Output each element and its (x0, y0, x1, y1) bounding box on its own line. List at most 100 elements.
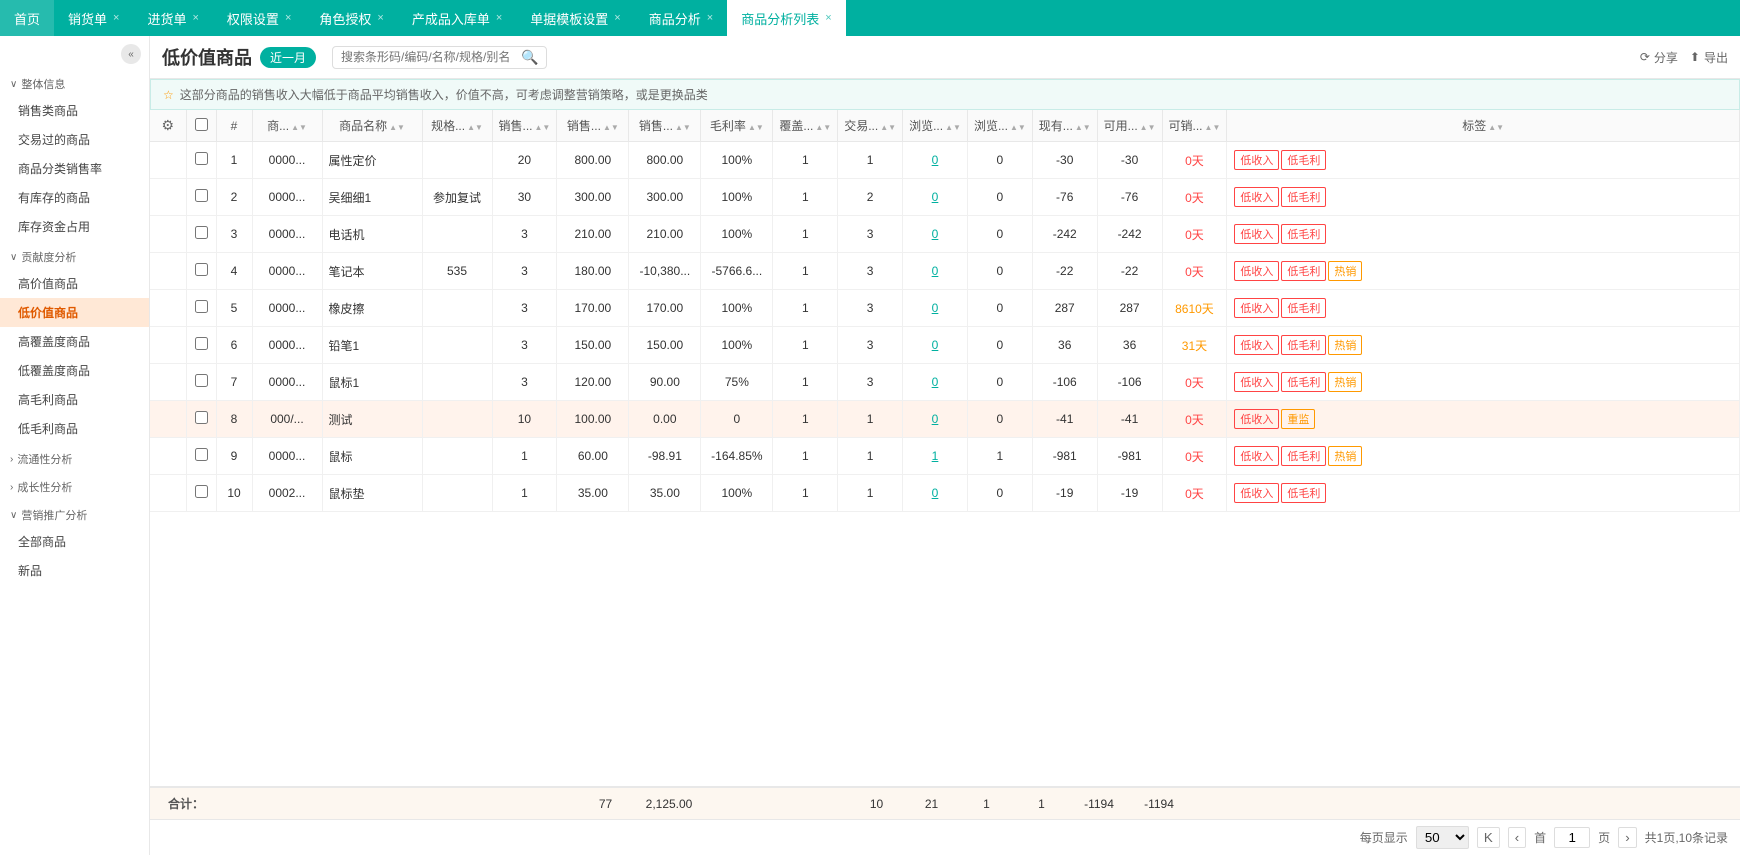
nav-close-purchase[interactable]: × (192, 12, 198, 24)
sales-avg-col-header[interactable]: 销售...▲▼ (629, 110, 701, 142)
spec-col-header[interactable]: 规格...▲▼ (422, 110, 492, 142)
first-page-button[interactable]: K (1477, 827, 1500, 848)
sidebar-item-1-1[interactable]: 低价值商品 (0, 298, 149, 327)
browse1-col-header[interactable]: 浏览...▲▼ (903, 110, 968, 142)
search-input[interactable] (341, 50, 521, 64)
row-browse1-6[interactable]: 0 (903, 364, 968, 401)
settings-icon[interactable]: ⚙ (161, 117, 174, 133)
nav-close-sales[interactable]: × (113, 12, 119, 24)
sidebar-section-2[interactable]: ›流通性分析 (0, 443, 149, 471)
sidebar-item-4-1[interactable]: 新品 (0, 556, 149, 585)
nav-item-roles[interactable]: 角色授权× (305, 0, 397, 36)
stock-now-col-header[interactable]: 现有...▲▼ (1032, 110, 1097, 142)
nav-close-template[interactable]: × (614, 12, 620, 24)
nav-item-inventory[interactable]: 产成品入库单× (398, 0, 516, 36)
row-checkbox-3[interactable] (195, 263, 208, 276)
sales-amt-col-header[interactable]: 销售...▲▼ (557, 110, 629, 142)
row-spec-3: 535 (422, 253, 492, 290)
browse2-col-header[interactable]: 浏览...▲▼ (967, 110, 1032, 142)
sidebar-item-0-2[interactable]: 商品分类销售率 (0, 154, 149, 183)
row-check-0[interactable] (186, 142, 216, 179)
row-check-1[interactable] (186, 179, 216, 216)
row-check-7[interactable] (186, 401, 216, 438)
gross-rate-col-header[interactable]: 毛利率▲▼ (701, 110, 773, 142)
sidebar-section-4[interactable]: ∨营销推广分析 (0, 499, 149, 527)
nav-close-analysis[interactable]: × (707, 12, 713, 24)
nav-close-roles[interactable]: × (377, 12, 383, 24)
code-col-header[interactable]: 商...▲▼ (252, 110, 322, 142)
sidebar-item-1-4[interactable]: 高毛利商品 (0, 385, 149, 414)
row-browse1-1[interactable]: 0 (903, 179, 968, 216)
row-check-8[interactable] (186, 438, 216, 475)
row-check-6[interactable] (186, 364, 216, 401)
nav-close-inventory[interactable]: × (496, 12, 502, 24)
search-icon[interactable]: 🔍 (521, 49, 538, 66)
per-page-select[interactable]: 50 100 (1416, 826, 1469, 849)
nav-close-permissions[interactable]: × (285, 12, 291, 24)
nav-item-analysis[interactable]: 商品分析× (635, 0, 727, 36)
settings-col-header[interactable]: ⚙ (150, 110, 186, 142)
filter-tag[interactable]: 近一月 (260, 47, 316, 68)
row-check-3[interactable] (186, 253, 216, 290)
nav-item-sales[interactable]: 销货单× (54, 0, 133, 36)
row-check-4[interactable] (186, 290, 216, 327)
nav-item-purchase[interactable]: 进货单× (133, 0, 212, 36)
row-checkbox-2[interactable] (195, 226, 208, 239)
row-sellable-3: 0天 (1162, 253, 1227, 290)
row-name-6: 鼠标1 (322, 364, 422, 401)
row-checkbox-4[interactable] (195, 300, 208, 313)
row-checkbox-7[interactable] (195, 411, 208, 424)
sidebar-item-0-0[interactable]: 销售类商品 (0, 96, 149, 125)
row-check-9[interactable] (186, 475, 216, 512)
row-checkbox-8[interactable] (195, 448, 208, 461)
available-col-header[interactable]: 可用...▲▼ (1097, 110, 1162, 142)
sidebar-item-0-4[interactable]: 库存资金占用 (0, 212, 149, 241)
sidebar-section-1[interactable]: ∨贡献度分析 (0, 241, 149, 269)
sidebar-collapse-button[interactable]: « (121, 44, 141, 64)
nav-close-analysis-list[interactable]: × (825, 12, 831, 24)
row-browse1-5[interactable]: 0 (903, 327, 968, 364)
sidebar-item-1-2[interactable]: 高覆盖度商品 (0, 327, 149, 356)
select-all-checkbox[interactable] (195, 118, 208, 131)
export-button[interactable]: ⬆ 导出 (1690, 49, 1728, 66)
table-wrapper[interactable]: ⚙ # 商...▲▼ 商品名称▲▼ 规格...▲▼ 销售...▲▼ 销售...▲… (150, 110, 1740, 786)
nav-item-template[interactable]: 单据模板设置× (516, 0, 634, 36)
row-browse1-8[interactable]: 1 (903, 438, 968, 475)
sidebar-item-4-0[interactable]: 全部商品 (0, 527, 149, 556)
sales-qty-col-header[interactable]: 销售...▲▼ (492, 110, 557, 142)
tags-col-header[interactable]: 标签▲▼ (1227, 110, 1740, 142)
name-col-header[interactable]: 商品名称▲▼ (322, 110, 422, 142)
share-button[interactable]: ⟳ 分享 (1640, 49, 1678, 66)
nav-item-home[interactable]: 首页 (0, 0, 54, 36)
row-check-2[interactable] (186, 216, 216, 253)
sellable-col-header[interactable]: 可销...▲▼ (1162, 110, 1227, 142)
row-browse1-7[interactable]: 0 (903, 401, 968, 438)
row-checkbox-1[interactable] (195, 189, 208, 202)
row-checkbox-0[interactable] (195, 152, 208, 165)
trade-col-header[interactable]: 交易...▲▼ (838, 110, 903, 142)
check-col-header[interactable] (186, 110, 216, 142)
sidebar-section-3[interactable]: ›成长性分析 (0, 471, 149, 499)
row-browse1-4[interactable]: 0 (903, 290, 968, 327)
row-checkbox-9[interactable] (195, 485, 208, 498)
cover-col-header[interactable]: 覆盖...▲▼ (773, 110, 838, 142)
row-available-6: -106 (1097, 364, 1162, 401)
sidebar-item-1-5[interactable]: 低毛利商品 (0, 414, 149, 443)
sidebar-item-0-3[interactable]: 有库存的商品 (0, 183, 149, 212)
nav-item-permissions[interactable]: 权限设置× (213, 0, 305, 36)
row-checkbox-6[interactable] (195, 374, 208, 387)
row-browse1-9[interactable]: 0 (903, 475, 968, 512)
row-check-5[interactable] (186, 327, 216, 364)
sidebar-item-1-0[interactable]: 高价值商品 (0, 269, 149, 298)
nav-item-analysis-list[interactable]: 商品分析列表× (727, 0, 845, 36)
next-page-button[interactable]: › (1618, 827, 1636, 848)
row-browse1-3[interactable]: 0 (903, 253, 968, 290)
sidebar-item-1-3[interactable]: 低覆盖度商品 (0, 356, 149, 385)
row-browse1-0[interactable]: 0 (903, 142, 968, 179)
row-checkbox-5[interactable] (195, 337, 208, 350)
page-input[interactable] (1554, 827, 1590, 848)
row-browse1-2[interactable]: 0 (903, 216, 968, 253)
prev-page-button[interactable]: ‹ (1508, 827, 1526, 848)
sidebar-section-0[interactable]: ∨整体信息 (0, 68, 149, 96)
sidebar-item-0-1[interactable]: 交易过的商品 (0, 125, 149, 154)
